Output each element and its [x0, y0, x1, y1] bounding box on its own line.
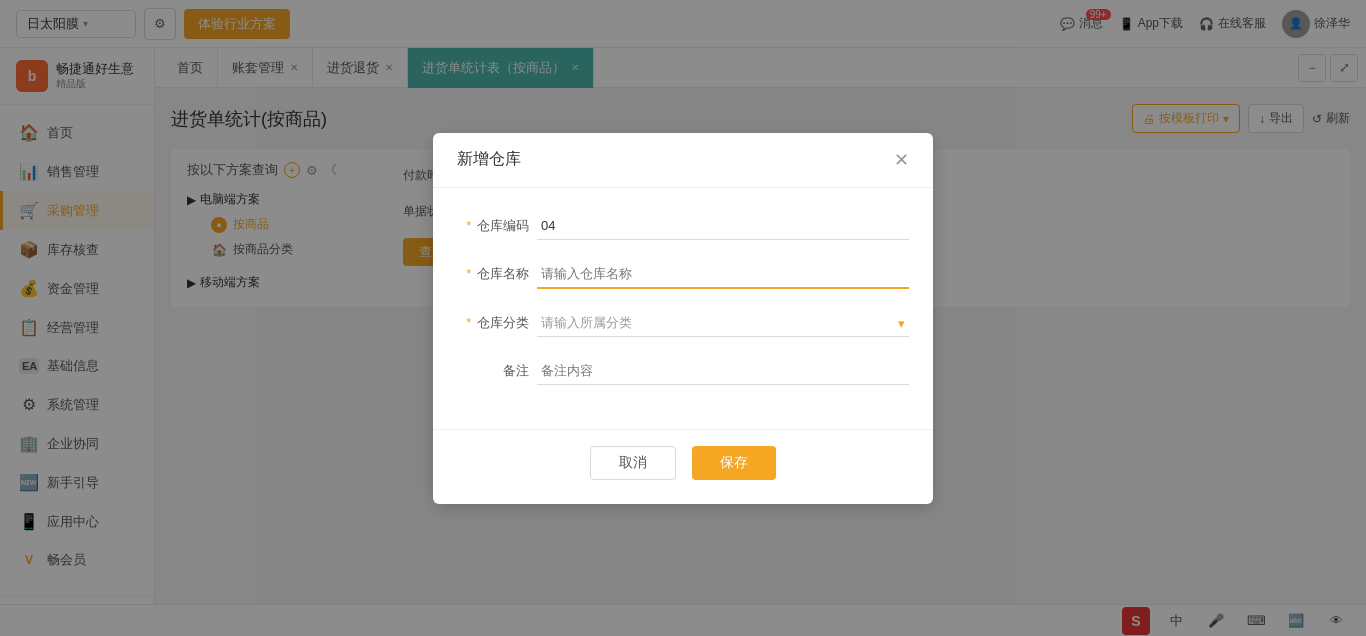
save-button[interactable]: 保存 — [692, 446, 776, 480]
modal-header: 新增仓库 ✕ — [433, 133, 933, 188]
form-row-name: * 仓库名称 — [457, 260, 909, 289]
code-label: * 仓库编码 — [457, 217, 537, 235]
required-mark-category: * — [466, 315, 471, 330]
category-select[interactable]: 请输入所属分类 — [537, 309, 909, 337]
modal-body: * 仓库编码 * 仓库名称 * 仓库分类 — [433, 188, 933, 421]
modal-close-button[interactable]: ✕ — [894, 149, 909, 171]
form-row-code: * 仓库编码 — [457, 212, 909, 240]
category-label: * 仓库分类 — [457, 314, 537, 332]
warehouse-note-input[interactable] — [537, 357, 909, 385]
required-mark-name: * — [466, 266, 471, 281]
form-row-note: 备注 — [457, 357, 909, 385]
modal-overlay[interactable]: 新增仓库 ✕ * 仓库编码 * 仓库名称 — [0, 0, 1366, 636]
note-label: 备注 — [457, 362, 537, 380]
required-mark-code: * — [466, 218, 471, 233]
modal-footer: 取消 保存 — [433, 429, 933, 504]
name-label: * 仓库名称 — [457, 265, 537, 283]
warehouse-modal: 新增仓库 ✕ * 仓库编码 * 仓库名称 — [433, 133, 933, 504]
form-row-category: * 仓库分类 请输入所属分类 ▾ — [457, 309, 909, 337]
cancel-button[interactable]: 取消 — [590, 446, 676, 480]
warehouse-code-input[interactable] — [537, 212, 909, 240]
warehouse-name-input[interactable] — [537, 260, 909, 289]
category-select-wrap: 请输入所属分类 ▾ — [537, 309, 909, 337]
modal-title: 新增仓库 — [457, 149, 521, 170]
